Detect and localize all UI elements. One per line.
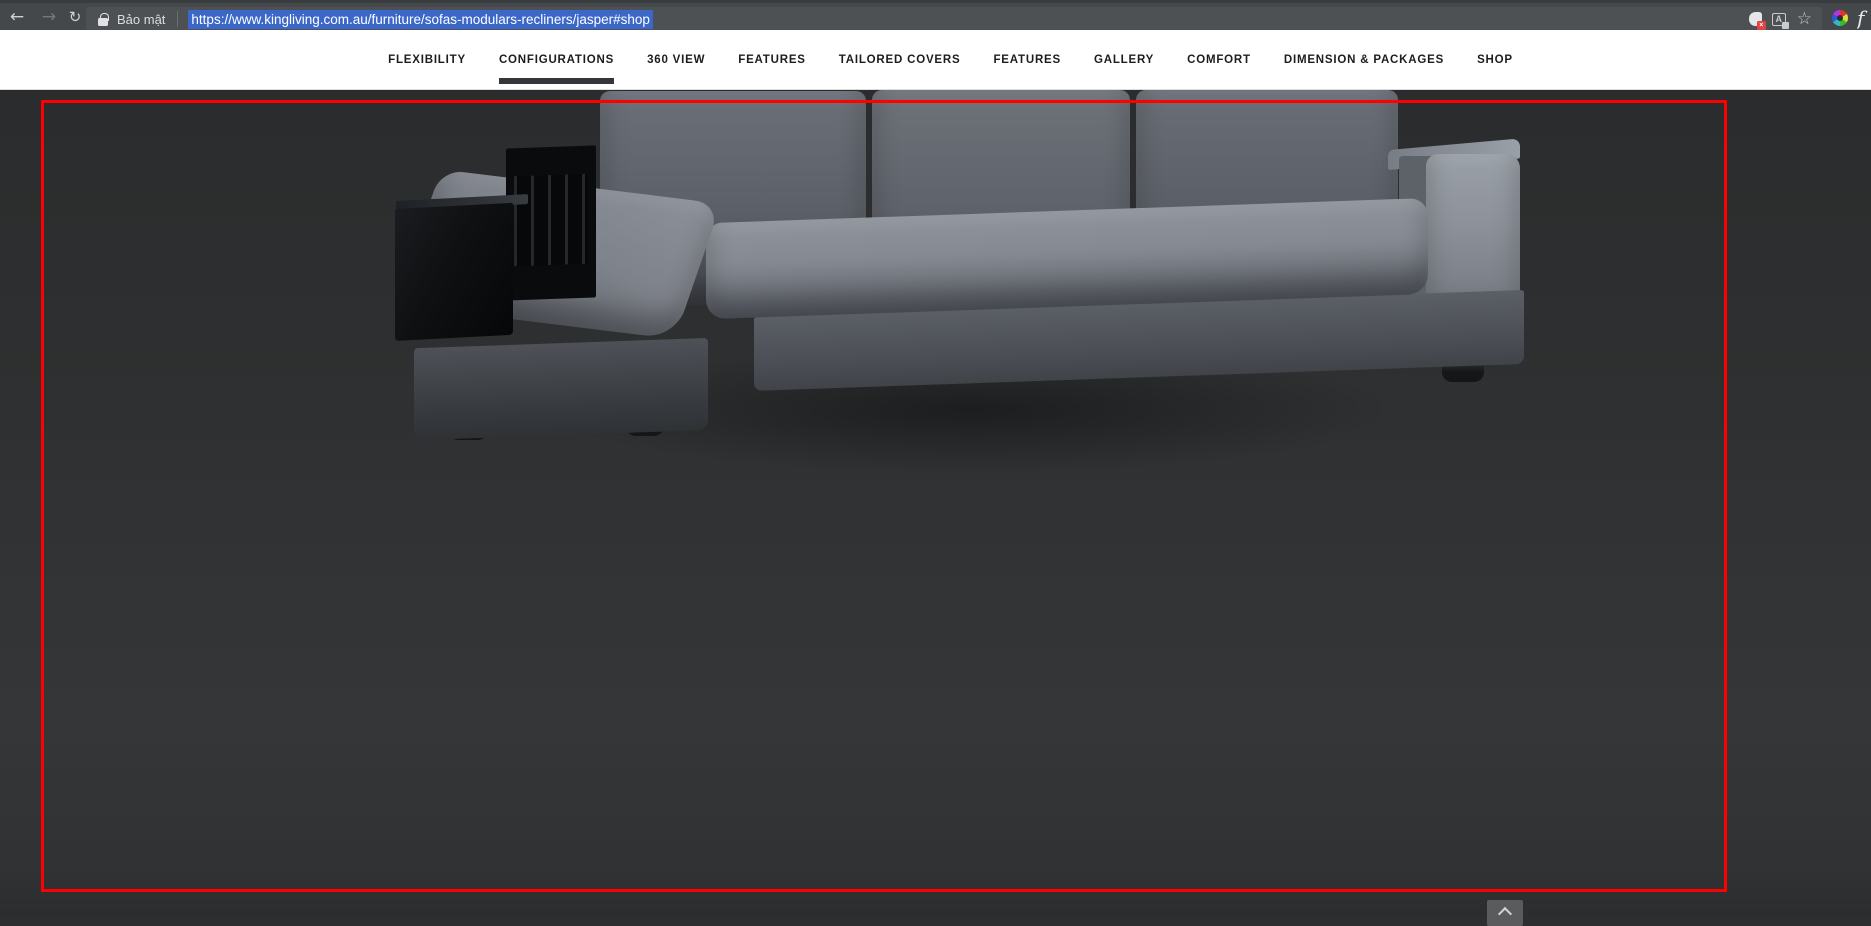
translate-icon[interactable]: A [1771,11,1789,29]
product-viewer [0,90,1871,926]
content-blocker-icon[interactable]: × [1748,12,1766,30]
secure-lock-icon[interactable] [98,12,109,26]
bookmark-star-icon[interactable]: ☆ [1797,10,1812,28]
nav-item-dimension-packages[interactable]: DIMENSION & PACKAGES [1284,30,1444,89]
browser-toolbar: ← → ↻ Bảo mật https://www.kingliving.com… [0,3,1871,31]
nav-item-360-view[interactable]: 360 VIEW [647,30,705,89]
f-extension-icon[interactable]: f [1857,6,1871,30]
site-navigation: FLEXIBILITY CONFIGURATIONS 360 VIEW FEATURE… [0,30,1871,90]
nav-item-shop[interactable]: SHOP [1477,30,1513,89]
highlight-rectangle [41,100,1727,892]
nav-item-gallery[interactable]: GALLERY [1094,30,1154,89]
blocker-badge: × [1756,20,1766,30]
omnibox-separator [177,11,179,27]
nav-item-flexibility[interactable]: FLEXIBILITY [388,30,466,89]
forward-icon[interactable]: → [36,3,62,30]
nav-item-configurations[interactable]: CONFIGURATIONS [498,30,615,89]
nav-item-comfort[interactable]: COMFORT [1187,30,1251,89]
security-label: Bảo mật [117,11,166,27]
back-icon[interactable]: ← [4,3,30,30]
refresh-icon[interactable]: ↻ [62,3,88,30]
url-text-selected[interactable]: https://www.kingliving.com.au/furniture/… [188,9,653,29]
color-wheel-extension-icon[interactable] [1832,10,1848,26]
nav-item-tailored-covers[interactable]: TAILORED COVERS [839,30,961,89]
chevron-up-icon [1497,906,1513,922]
nav-item-features[interactable]: FEATURES [993,30,1061,89]
url-bar[interactable]: Bảo mật https://www.kingliving.com.au/fu… [86,7,1822,31]
nav-item-features[interactable]: FEATURES [738,30,806,89]
scroll-top-button[interactable] [1487,900,1523,926]
